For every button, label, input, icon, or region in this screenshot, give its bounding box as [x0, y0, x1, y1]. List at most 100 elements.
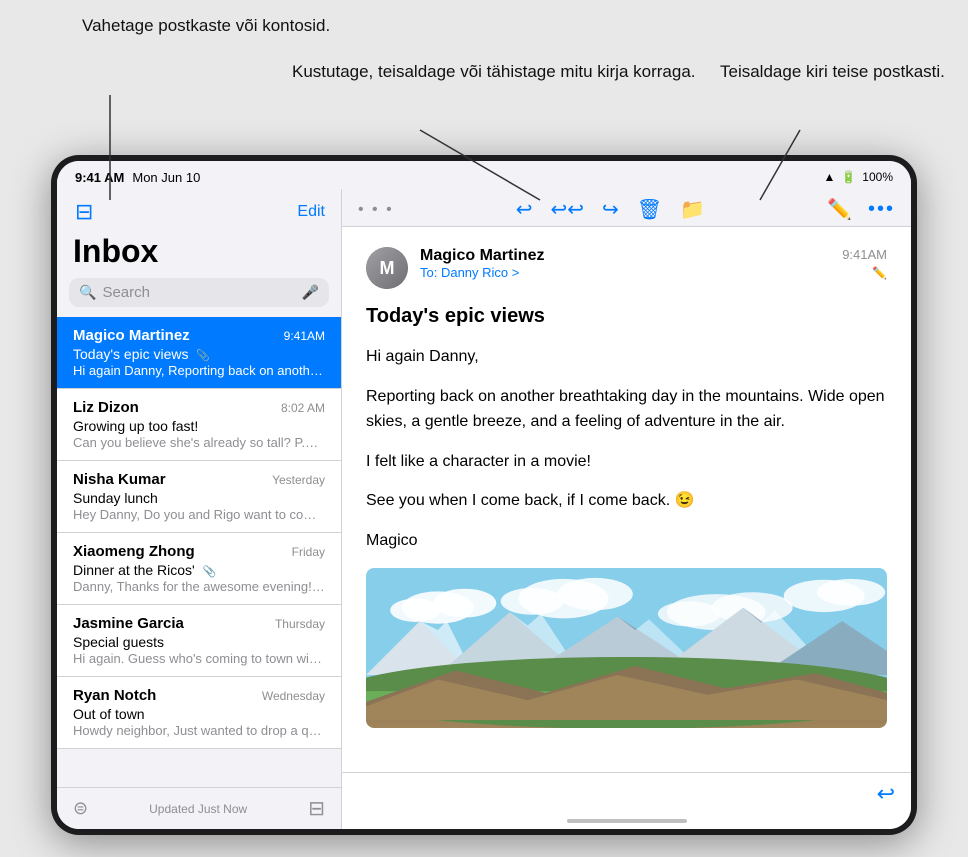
email-attachment-image — [366, 568, 887, 728]
reply-all-icon: ↩↩ — [550, 199, 584, 221]
home-bar — [567, 819, 687, 823]
email-to[interactable]: To: Danny Rico > — [420, 265, 830, 280]
status-date: Mon Jun 10 — [132, 170, 200, 185]
move-folder-button[interactable]: 📁 — [680, 197, 705, 222]
mail-subject-5: Out of town — [73, 706, 325, 722]
search-icon: 🔍 — [79, 284, 96, 301]
mail-sender-1: Liz Dizon — [73, 399, 139, 416]
mail-item-3[interactable]: Xiaomeng Zhong Friday Dinner at the Rico… — [57, 533, 341, 605]
mic-icon[interactable]: 🎤 — [302, 284, 319, 301]
mail-preview-4: Hi again. Guess who's coming to town wit… — [73, 651, 325, 666]
battery-percent: 100% — [862, 170, 893, 184]
mail-preview-2: Hey Danny, Do you and Rigo want to come … — [73, 507, 325, 522]
reply-button[interactable]: ↩ — [516, 197, 533, 222]
trash-icon: 🗑 — [637, 199, 662, 221]
mail-time-1: 8:02 AM — [281, 401, 325, 415]
ipad-frame: 9:41 AM Mon Jun 10 ▲ 🔋 100% ⊟ Edit — [51, 155, 917, 835]
mail-items-list: Magico Martinez 9:41AM Today's epic view… — [57, 317, 341, 787]
email-body-line-0: Hi again Danny, — [366, 344, 887, 370]
annotation-top-right: Teisaldage kiri teise postkasti. — [720, 60, 945, 84]
reply-all-button[interactable]: ↩↩ — [550, 197, 584, 222]
filter-button[interactable]: ⊜ — [73, 797, 88, 820]
wifi-icon: ▲ — [823, 170, 835, 184]
mail-preview-1: Can you believe she's already so tall? P… — [73, 435, 325, 450]
edit-button[interactable]: Edit — [297, 203, 325, 221]
mail-time-3: Friday — [292, 545, 325, 559]
mailboxes-button[interactable]: ⊟ — [308, 796, 325, 821]
mail-preview-3: Danny, Thanks for the awesome evening! I… — [73, 579, 325, 594]
email-body-line-1: Reporting back on another breathtaking d… — [366, 384, 887, 435]
reply-action-icon: ↩ — [877, 781, 895, 806]
mail-item-2[interactable]: Nisha Kumar Yesterday Sunday lunch Hey D… — [57, 461, 341, 533]
toolbar-left: ⊟ Edit — [57, 189, 341, 231]
mail-sender-5: Ryan Notch — [73, 687, 156, 704]
email-time-area: 9:41AM ✏️ — [842, 247, 887, 280]
email-content: M Magico Martinez To: Danny Rico > 9:41A… — [342, 227, 911, 772]
reply-icon: ↩ — [516, 199, 533, 221]
email-from: Magico Martinez — [420, 247, 830, 265]
search-bar[interactable]: 🔍 Search 🎤 — [69, 278, 329, 307]
email-header: M Magico Martinez To: Danny Rico > 9:41A… — [366, 247, 887, 289]
reply-bar: ↩ — [342, 772, 911, 815]
compose-button[interactable]: ✏️ — [827, 197, 852, 222]
email-edit-icon: ✏️ — [872, 266, 887, 280]
mail-time-2: Yesterday — [272, 473, 325, 487]
compose-icon: ✏️ — [827, 199, 852, 221]
mail-item-4[interactable]: Jasmine Garcia Thursday Special guests H… — [57, 605, 341, 677]
status-bar: 9:41 AM Mon Jun 10 ▲ 🔋 100% — [57, 161, 911, 189]
more-icon: ••• — [868, 198, 895, 220]
sidebar-icon: ⊟ — [75, 199, 93, 224]
updated-text: Updated Just Now — [149, 802, 247, 816]
mail-preview-0: Hi again Danny, Reporting back on anothe… — [73, 363, 325, 378]
status-right: ▲ 🔋 100% — [823, 170, 893, 184]
mail-sender-4: Jasmine Garcia — [73, 615, 184, 632]
sidebar-toggle-button[interactable]: ⊟ — [73, 197, 95, 227]
mail-item-1[interactable]: Liz Dizon 8:02 AM Growing up too fast! C… — [57, 389, 341, 461]
mail-subject-3: Dinner at the Ricos' 📎 — [73, 562, 325, 578]
mail-sender-2: Nisha Kumar — [73, 471, 166, 488]
email-body-line-4: Magico — [366, 528, 887, 554]
mail-list-panel: ⊟ Edit Inbox 🔍 Search 🎤 Magico Mar — [57, 189, 342, 829]
mail-sender-0: Magico Martinez — [73, 327, 190, 344]
ipad-screen: 9:41 AM Mon Jun 10 ▲ 🔋 100% ⊟ Edit — [57, 161, 911, 829]
mail-time-4: Thursday — [275, 617, 325, 631]
mail-sender-3: Xiaomeng Zhong — [73, 543, 195, 560]
email-subject: Today's epic views — [366, 305, 887, 328]
mail-subject-2: Sunday lunch — [73, 490, 325, 506]
folder-icon: 📁 — [680, 199, 705, 221]
email-body-line-3: See you when I come back, if I come back… — [366, 488, 887, 514]
mail-time-5: Wednesday — [262, 689, 325, 703]
home-indicator — [342, 815, 911, 829]
attachment-icon-0: 📎 — [196, 350, 210, 362]
mail-item-5[interactable]: Ryan Notch Wednesday Out of town Howdy n… — [57, 677, 341, 749]
annotation-top-left: Vahetage postkaste või kontosid. — [82, 14, 330, 38]
mail-preview-5: Howdy neighbor, Just wanted to drop a qu… — [73, 723, 325, 738]
email-detail-panel: • • • ↩ ↩↩ ↪ 🗑 — [342, 189, 911, 829]
toolbar-actions: ↩ ↩↩ ↪ 🗑 📁 — [516, 197, 705, 222]
filter-icon: ⊜ — [73, 798, 88, 818]
attachment-icon-3: 📎 — [203, 566, 217, 578]
mailboxes-icon: ⊟ — [308, 798, 325, 820]
mail-subject-1: Growing up too fast! — [73, 418, 325, 434]
mail-subject-0: Today's epic views 📎 — [73, 346, 325, 362]
sender-avatar: M — [366, 247, 408, 289]
email-body-line-2: I felt like a character in a movie! — [366, 449, 887, 475]
toolbar-right: • • • ↩ ↩↩ ↪ 🗑 — [342, 189, 911, 227]
inbox-title: Inbox — [57, 231, 341, 278]
mail-subject-4: Special guests — [73, 634, 325, 650]
search-placeholder: Search — [102, 284, 295, 301]
toolbar-right-actions: ✏️ ••• — [827, 197, 895, 222]
mail-item-0[interactable]: Magico Martinez 9:41AM Today's epic view… — [57, 317, 341, 389]
reply-action-button[interactable]: ↩ — [877, 781, 895, 807]
more-button[interactable]: ••• — [868, 198, 895, 221]
mail-time-0: 9:41AM — [284, 329, 325, 343]
bottom-bar-left: ⊜ Updated Just Now ⊟ — [57, 787, 341, 829]
forward-button[interactable]: ↪ — [602, 197, 619, 222]
annotation-top-center: Kustutage, teisaldage või tähistage mitu… — [292, 60, 696, 84]
battery-icon: 🔋 — [841, 170, 856, 184]
trash-button[interactable]: 🗑 — [637, 197, 662, 222]
email-meta: Magico Martinez To: Danny Rico > — [420, 247, 830, 280]
status-time: 9:41 AM — [75, 170, 124, 185]
forward-icon: ↪ — [602, 199, 619, 221]
more-options-dots[interactable]: • • • — [358, 201, 394, 219]
